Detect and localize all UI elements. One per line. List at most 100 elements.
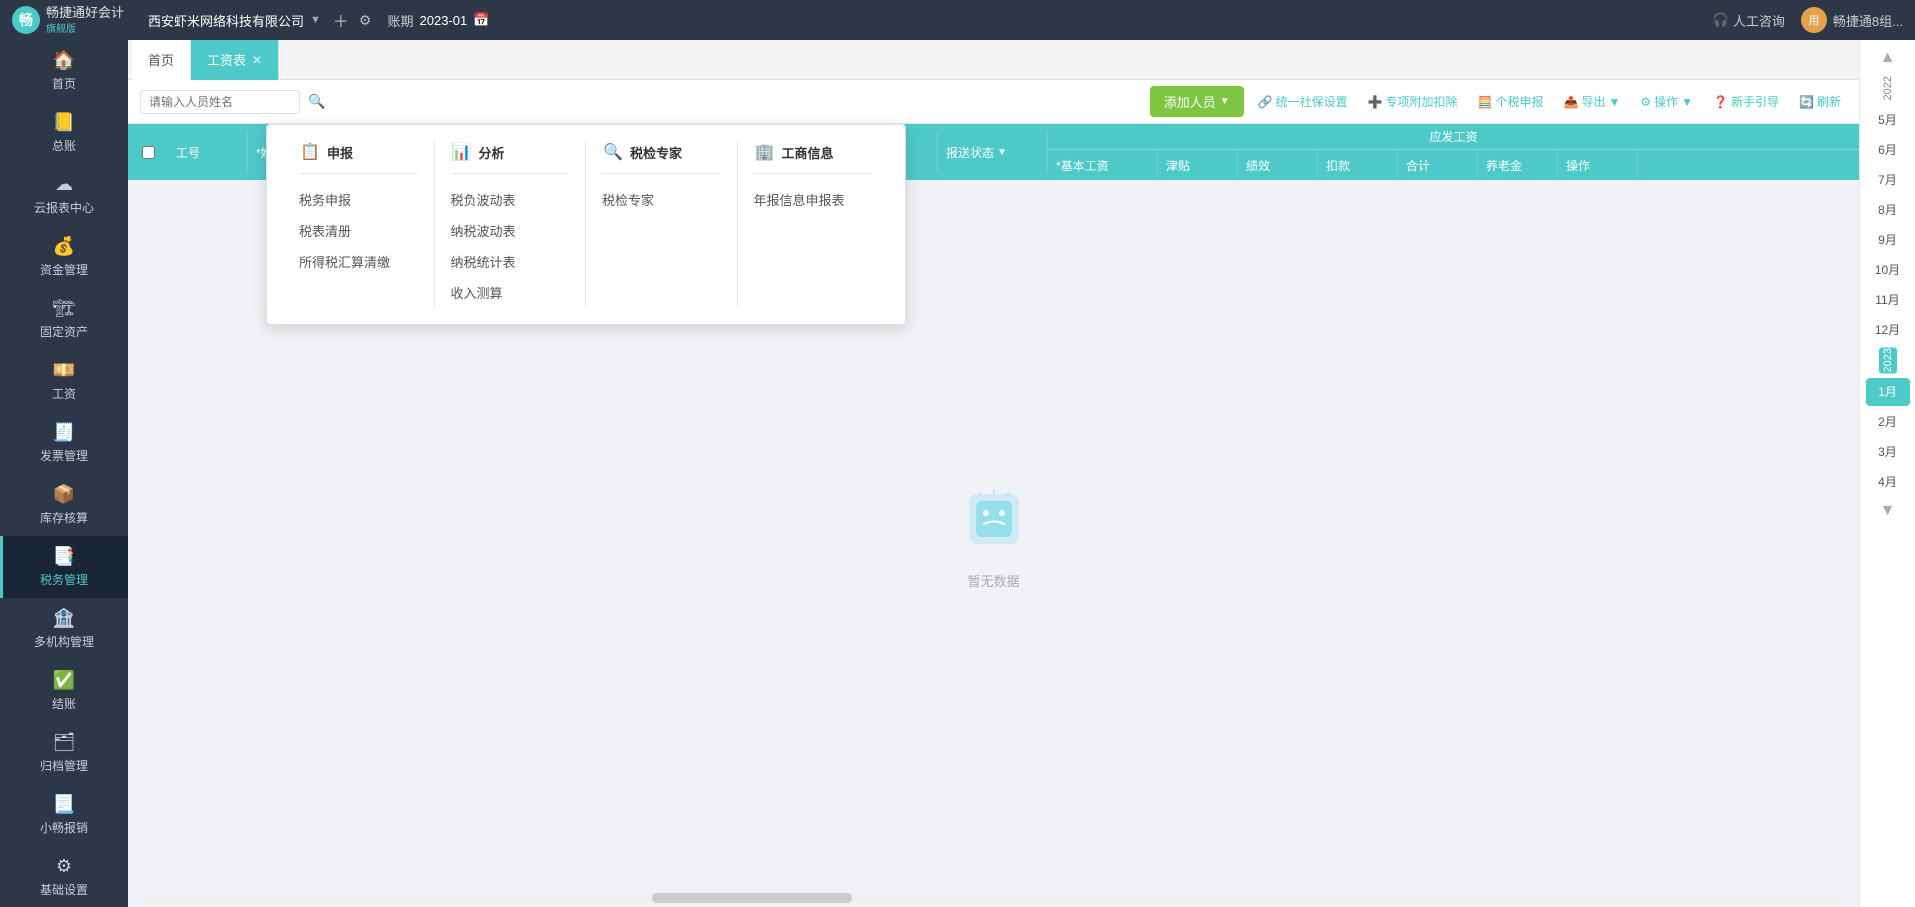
tab-home[interactable]: 首页 — [132, 40, 191, 80]
calendar-up-button[interactable]: ▲ — [1874, 44, 1902, 72]
item-tax-declare-label: 税务申报 — [299, 193, 351, 208]
calendar-month-5[interactable]: 5月 — [1866, 105, 1910, 133]
guide-button[interactable]: ❓ 新手引导 — [1707, 89, 1785, 114]
sidebar-item-inventory[interactable]: 📦 库存核算 — [0, 474, 128, 536]
scrollbar-thumb[interactable] — [652, 893, 852, 903]
sidebar-item-settings[interactable]: ⚙ 基础设置 — [0, 846, 128, 907]
sidebar-item-payroll[interactable]: 💴 工资 — [0, 350, 128, 412]
th-report-status[interactable]: 报送状态 ▼ — [938, 132, 1048, 172]
sidebar-item-archive[interactable]: 🗂 归档管理 — [0, 722, 128, 784]
add-person-label: 添加人员 — [1164, 92, 1216, 111]
sidebar-item-close[interactable]: ✅ 结账 — [0, 660, 128, 722]
user-menu[interactable]: 用 畅捷通8组... — [1801, 7, 1903, 33]
calendar-month-6[interactable]: 6月 — [1866, 135, 1910, 163]
horizontal-scrollbar[interactable] — [140, 893, 1847, 903]
period-label: 账期 — [387, 11, 413, 30]
sub-allowance-label: 津贴 — [1166, 157, 1190, 174]
search-input[interactable] — [140, 90, 300, 114]
tab-payroll-label: 工资表 — [207, 50, 246, 69]
special-deduction-button[interactable]: ➕ 专项附加扣除 — [1362, 89, 1464, 114]
calendar-month-7[interactable]: 7月 — [1866, 165, 1910, 193]
company-selector[interactable]: 西安虾米网络科技有限公司 ▼ — [148, 11, 321, 30]
avatar: 用 — [1801, 7, 1827, 33]
sidebar-item-finance[interactable]: 💰 资金管理 — [0, 226, 128, 288]
popup-title-fenxi: 📊 分析 — [451, 141, 570, 174]
popup-item-tax-expert[interactable]: 税检专家 — [602, 184, 721, 215]
home-icon: 🏠 — [53, 50, 75, 71]
toolbar: 🔍 添加人员 ▼ 🔗 统一社保设置 ➕ 专项附加扣除 🧮 个税申报 — [128, 80, 1859, 124]
th-id-label: 工号 — [176, 144, 200, 161]
period-selector[interactable]: 账期 2023-01 📅 — [387, 11, 489, 30]
tab-close-icon[interactable]: ✕ — [252, 53, 262, 67]
sidebar-item-tax[interactable]: 📑 税务管理 — [0, 536, 128, 598]
top-actions: ＋ ⚙ — [333, 8, 372, 32]
search-icon[interactable]: 🔍 — [308, 93, 325, 110]
calendar-down-button[interactable]: ▼ — [1874, 497, 1902, 525]
item-tax-stats-label: 纳税统计表 — [451, 255, 516, 270]
sub-th-base: *基本工资 — [1048, 150, 1158, 180]
popup-item-tax-change[interactable]: 纳税波动表 — [451, 215, 570, 246]
sidebar-label-close: 结账 — [52, 695, 76, 712]
popup-item-income-calc[interactable]: 收入测算 — [451, 277, 570, 308]
tab-payroll[interactable]: 工资表 ✕ — [191, 40, 279, 80]
popup-item-income-tax[interactable]: 所得税汇算清缴 — [299, 246, 418, 277]
empty-text: 暂无数据 — [967, 571, 1019, 590]
calendar-month-2[interactable]: 2月 — [1866, 408, 1910, 436]
select-all-checkbox[interactable] — [128, 146, 168, 159]
sub-ops-label: 操作 — [1566, 157, 1590, 174]
assets-icon: 🏗 — [53, 298, 76, 319]
sidebar-item-cloud[interactable]: ☁ 云报表中心 — [0, 164, 128, 226]
service-button[interactable]: 🎧 人工咨询 — [1713, 11, 1785, 30]
popup-col-gongshang: 🏢 工商信息 年报信息申报表 — [738, 141, 890, 308]
top-right: 🎧 人工咨询 用 畅捷通8组... — [1713, 7, 1903, 33]
popup-item-tax-declare[interactable]: 税务申报 — [299, 184, 418, 215]
sidebar-item-home[interactable]: 🏠 首页 — [0, 40, 128, 102]
multi-org-icon: 🏦 — [53, 608, 75, 629]
shenbao-icon: 📋 — [299, 141, 321, 163]
empty-icon — [954, 479, 1034, 559]
popup-item-tax-stats[interactable]: 纳税统计表 — [451, 246, 570, 277]
calendar-month-12[interactable]: 12月 — [1866, 315, 1910, 343]
refresh-button[interactable]: 🔄 刷新 — [1793, 89, 1847, 114]
guide-label: 新手引导 — [1731, 93, 1779, 110]
checkbox-all[interactable] — [142, 146, 155, 159]
guide-icon2: ❓ — [1713, 95, 1728, 109]
add-icon[interactable]: ＋ — [333, 8, 349, 32]
calendar-month-9[interactable]: 9月 — [1866, 225, 1910, 253]
sidebar-item-assets[interactable]: 🏗 固定资产 — [0, 288, 128, 350]
dropdown-popup: 📋 申报 税务申报 税表清册 所得税汇算清缴 — [266, 124, 906, 325]
fenxi-title: 分析 — [479, 143, 505, 162]
sidebar-item-ledger[interactable]: 📒 总账 — [0, 102, 128, 164]
toolbar-right: 添加人员 ▼ 🔗 统一社保设置 ➕ 专项附加扣除 🧮 个税申报 📤 — [1150, 86, 1847, 117]
sidebar-item-expense[interactable]: 📃 小畅报销 — [0, 784, 128, 846]
calendar-month-1[interactable]: 1月 — [1866, 378, 1910, 406]
inventory-icon: 📦 — [53, 484, 75, 505]
add-person-button[interactable]: 添加人员 ▼ — [1150, 86, 1244, 117]
calendar-month-10[interactable]: 10月 — [1866, 255, 1910, 283]
calendar-month-11[interactable]: 11月 — [1866, 285, 1910, 313]
calendar-month-3[interactable]: 3月 — [1866, 438, 1910, 466]
add-dropdown-icon: ▼ — [1220, 96, 1230, 107]
popup-item-annual-report[interactable]: 年报信息申报表 — [754, 184, 874, 215]
ops-button[interactable]: ⚙ 操作 ▼ — [1634, 89, 1699, 114]
sub-th-ops: 操作 — [1558, 150, 1638, 180]
settings-icon[interactable]: ⚙ — [359, 12, 372, 29]
logo-title: 畅捷通好会计 — [46, 5, 124, 21]
item-annual-report-label: 年报信息申报表 — [754, 193, 845, 208]
sub-pension-label: 养老金 — [1486, 157, 1522, 174]
export-button[interactable]: 📤 导出 ▼ — [1558, 89, 1627, 114]
sidebar-item-multi-org[interactable]: 🏦 多机构管理 — [0, 598, 128, 660]
shenbao-title: 申报 — [327, 143, 353, 162]
sidebar-item-invoice[interactable]: 🧾 发票管理 — [0, 412, 128, 474]
th-id: 工号 — [168, 132, 248, 172]
calendar-month-4[interactable]: 4月 — [1866, 468, 1910, 496]
popup-item-tax-burden[interactable]: 税负波动表 — [451, 184, 570, 215]
special-icon: ➕ — [1368, 95, 1383, 109]
sidebar-label-inventory: 库存核算 — [40, 509, 88, 526]
export-label: 导出 — [1581, 93, 1605, 110]
ops-icon: ⚙ — [1640, 95, 1651, 109]
social-insurance-button[interactable]: 🔗 统一社保设置 — [1252, 89, 1354, 114]
popup-item-tax-table[interactable]: 税表清册 — [299, 215, 418, 246]
calendar-month-8[interactable]: 8月 — [1866, 195, 1910, 223]
tax-declare-button[interactable]: 🧮 个税申报 — [1472, 89, 1550, 114]
